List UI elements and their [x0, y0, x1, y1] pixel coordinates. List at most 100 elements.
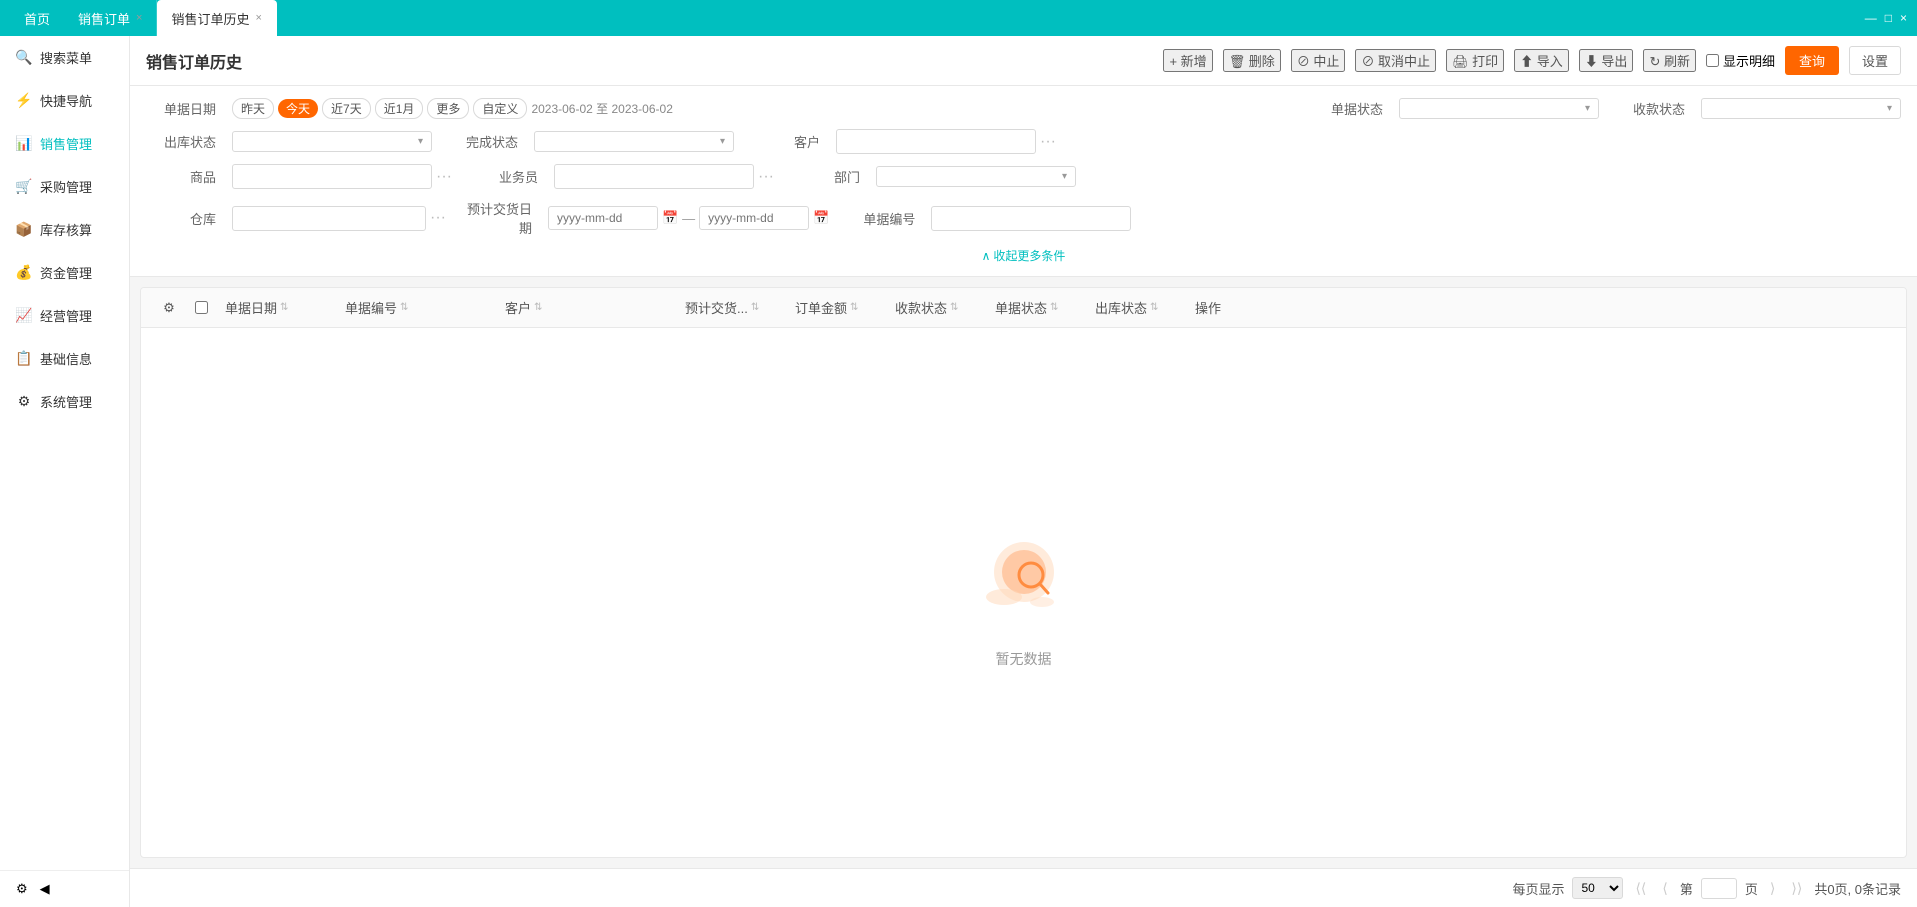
delivery-date-from[interactable]: [548, 206, 658, 230]
product-input[interactable]: [232, 164, 432, 189]
tab-home[interactable]: 首页: [10, 9, 64, 28]
salesman-label: 业务员: [468, 167, 538, 186]
filter-row-1: 单据日期 昨天 今天 近7天 近1月 更多 自定义 2023-06-02 至 2…: [146, 98, 1901, 119]
sidebar-item-search[interactable]: 🔍 搜索菜单: [0, 36, 129, 79]
prev-page-btn[interactable]: ⟨: [1658, 878, 1671, 899]
export-button[interactable]: ⬇ 导出: [1579, 49, 1634, 72]
current-page-input[interactable]: 1: [1701, 878, 1737, 899]
customer-control: ···: [836, 129, 1056, 154]
settings-button[interactable]: 设置: [1849, 46, 1901, 75]
th-doc-no-label: 单据编号: [345, 298, 397, 317]
table-header: ⚙ 单据日期 ⇅ 单据编号 ⇅ 客户 ⇅ 预计交货...: [141, 288, 1906, 328]
th-delivery[interactable]: 预计交货... ⇅: [677, 298, 787, 317]
date-tag-more[interactable]: 更多: [427, 98, 469, 119]
refresh-button[interactable]: ↻ 刷新: [1643, 49, 1696, 72]
product-ellipsis[interactable]: ···: [436, 168, 452, 186]
delete-button[interactable]: 🗑 删除: [1223, 49, 1281, 72]
search-menu-icon: 🔍: [16, 50, 32, 66]
date-tag-today[interactable]: 今天: [278, 99, 318, 118]
receipt-status-select[interactable]: ▾: [1701, 98, 1901, 119]
date-tag-1month[interactable]: 近1月: [375, 98, 424, 119]
cancel-stop-button[interactable]: ⊘ 取消中止: [1355, 49, 1436, 72]
th-receipt-sort-icon: ⇅: [950, 302, 958, 313]
sidebar-item-finance[interactable]: 💰 资金管理: [0, 251, 129, 294]
tab-sales-order-history[interactable]: 销售订单历史 ×: [157, 0, 276, 36]
th-customer-label: 客户: [505, 298, 531, 317]
import-button[interactable]: ⬆ 导入: [1514, 49, 1569, 72]
collapse-up-icon: ∧: [982, 249, 991, 263]
delivery-date-from-cal-icon[interactable]: 📅: [662, 210, 678, 226]
display-detail-checkbox[interactable]: [1706, 54, 1719, 67]
th-doc-status[interactable]: 单据状态 ⇅: [987, 298, 1087, 317]
salesman-ellipsis[interactable]: ···: [758, 168, 774, 186]
delivery-date-to[interactable]: [699, 206, 809, 230]
doc-status-chevron: ▾: [1585, 103, 1590, 114]
th-doc-no[interactable]: 单据编号 ⇅: [337, 298, 497, 317]
sidebar-item-operations[interactable]: 📈 经营管理: [0, 294, 129, 337]
toolbar: + 新增 🗑 删除 ⊘ 中止 ⊘ 取消中止 🖨 打印 ⬆ 导入 ⬇ 导出 ↻ 刷…: [1163, 46, 1901, 75]
tab-close-sales-order-history[interactable]: ×: [255, 12, 261, 24]
minimize-btn[interactable]: —: [1865, 11, 1877, 25]
per-page-label: 每页显示: [1512, 879, 1564, 898]
th-outstock-status[interactable]: 出库状态 ⇅: [1087, 298, 1187, 317]
outstock-status-select[interactable]: ▾: [232, 131, 432, 152]
sidebar-item-system[interactable]: ⚙ 系统管理: [0, 380, 129, 423]
product-control: ···: [232, 164, 452, 189]
total-records-text: 共0页, 0条记录: [1814, 879, 1901, 898]
sidebar-item-inventory[interactable]: 📦 库存核算: [0, 208, 129, 251]
warehouse-input[interactable]: [232, 206, 426, 231]
sidebar-item-quicknav[interactable]: ⚡ 快捷导航: [0, 79, 129, 122]
sidebar-settings-icon[interactable]: ⚙: [16, 881, 28, 897]
content-area: 销售订单历史 + 新增 🗑 删除 ⊘ 中止 ⊘ 取消中止 🖨 打印 ⬆ 导入 ⬇…: [130, 36, 1917, 907]
date-tag-7days[interactable]: 近7天: [322, 98, 371, 119]
date-tag-custom[interactable]: 自定义: [473, 98, 527, 119]
display-detail-toggle[interactable]: 显示明细: [1706, 51, 1775, 70]
doc-status-label: 单据状态: [1313, 99, 1383, 118]
sidebar-collapse-icon[interactable]: ◀: [40, 881, 50, 897]
th-customer[interactable]: 客户 ⇅: [497, 298, 677, 317]
th-doc-status-label: 单据状态: [995, 298, 1047, 317]
date-tag-yesterday[interactable]: 昨天: [232, 98, 274, 119]
tab-sales-order[interactable]: 销售订单 ×: [64, 0, 157, 36]
th-amount-sort-icon: ⇅: [850, 302, 858, 313]
department-select[interactable]: ▾: [876, 166, 1076, 187]
sidebar-item-basicinfo[interactable]: 📋 基础信息: [0, 337, 129, 380]
warehouse-control: ···: [232, 206, 446, 231]
th-checkbox[interactable]: [187, 301, 217, 314]
delivery-date-to-cal-icon[interactable]: 📅: [813, 210, 829, 226]
system-icon: ⚙: [16, 394, 32, 410]
department-label: 部门: [790, 167, 860, 186]
customer-ellipsis[interactable]: ···: [1040, 133, 1056, 151]
th-amount[interactable]: 订单金额 ⇅: [787, 298, 887, 317]
per-page-select[interactable]: 50 20 100: [1572, 877, 1623, 899]
sidebar-item-purchase[interactable]: 🛒 采购管理: [0, 165, 129, 208]
print-button[interactable]: 🖨 打印: [1446, 49, 1504, 72]
tab-close-sales-order[interactable]: ×: [136, 12, 142, 24]
complete-status-select[interactable]: ▾: [534, 131, 734, 152]
window-close-btn[interactable]: ×: [1900, 11, 1907, 25]
maximize-btn[interactable]: □: [1885, 11, 1892, 25]
th-customer-sort-icon: ⇅: [534, 302, 542, 313]
collapse-button[interactable]: ∧ 收起更多条件: [982, 247, 1066, 264]
salesman-input[interactable]: [554, 164, 754, 189]
doc-no-input[interactable]: [931, 206, 1131, 231]
footer-pagination: 每页显示 50 20 100 ⟨⟨ ⟨ 第 1 页 ⟩ ⟩⟩ 共0页, 0条记录: [130, 868, 1917, 907]
th-settings[interactable]: ⚙: [151, 300, 187, 316]
first-page-btn[interactable]: ⟨⟨: [1631, 878, 1650, 899]
salesman-control: ···: [554, 164, 774, 189]
th-action: 操作: [1187, 298, 1896, 317]
th-receipt-status[interactable]: 收款状态 ⇅: [887, 298, 987, 317]
new-button[interactable]: + 新增: [1163, 49, 1212, 72]
sidebar-item-sales[interactable]: 📊 销售管理: [0, 122, 129, 165]
customer-input[interactable]: [836, 129, 1036, 154]
warehouse-ellipsis[interactable]: ···: [430, 209, 446, 227]
select-all-checkbox[interactable]: [195, 301, 208, 314]
doc-status-select[interactable]: ▾: [1399, 98, 1599, 119]
th-doc-date[interactable]: 单据日期 ⇅: [217, 298, 337, 317]
query-button[interactable]: 查询: [1785, 46, 1839, 75]
th-doc-no-sort-icon: ⇅: [400, 302, 408, 313]
next-page-btn[interactable]: ⟩: [1766, 878, 1779, 899]
last-page-btn[interactable]: ⟩⟩: [1787, 878, 1806, 899]
stop-button[interactable]: ⊘ 中止: [1291, 49, 1346, 72]
display-detail-label: 显示明细: [1723, 51, 1775, 70]
